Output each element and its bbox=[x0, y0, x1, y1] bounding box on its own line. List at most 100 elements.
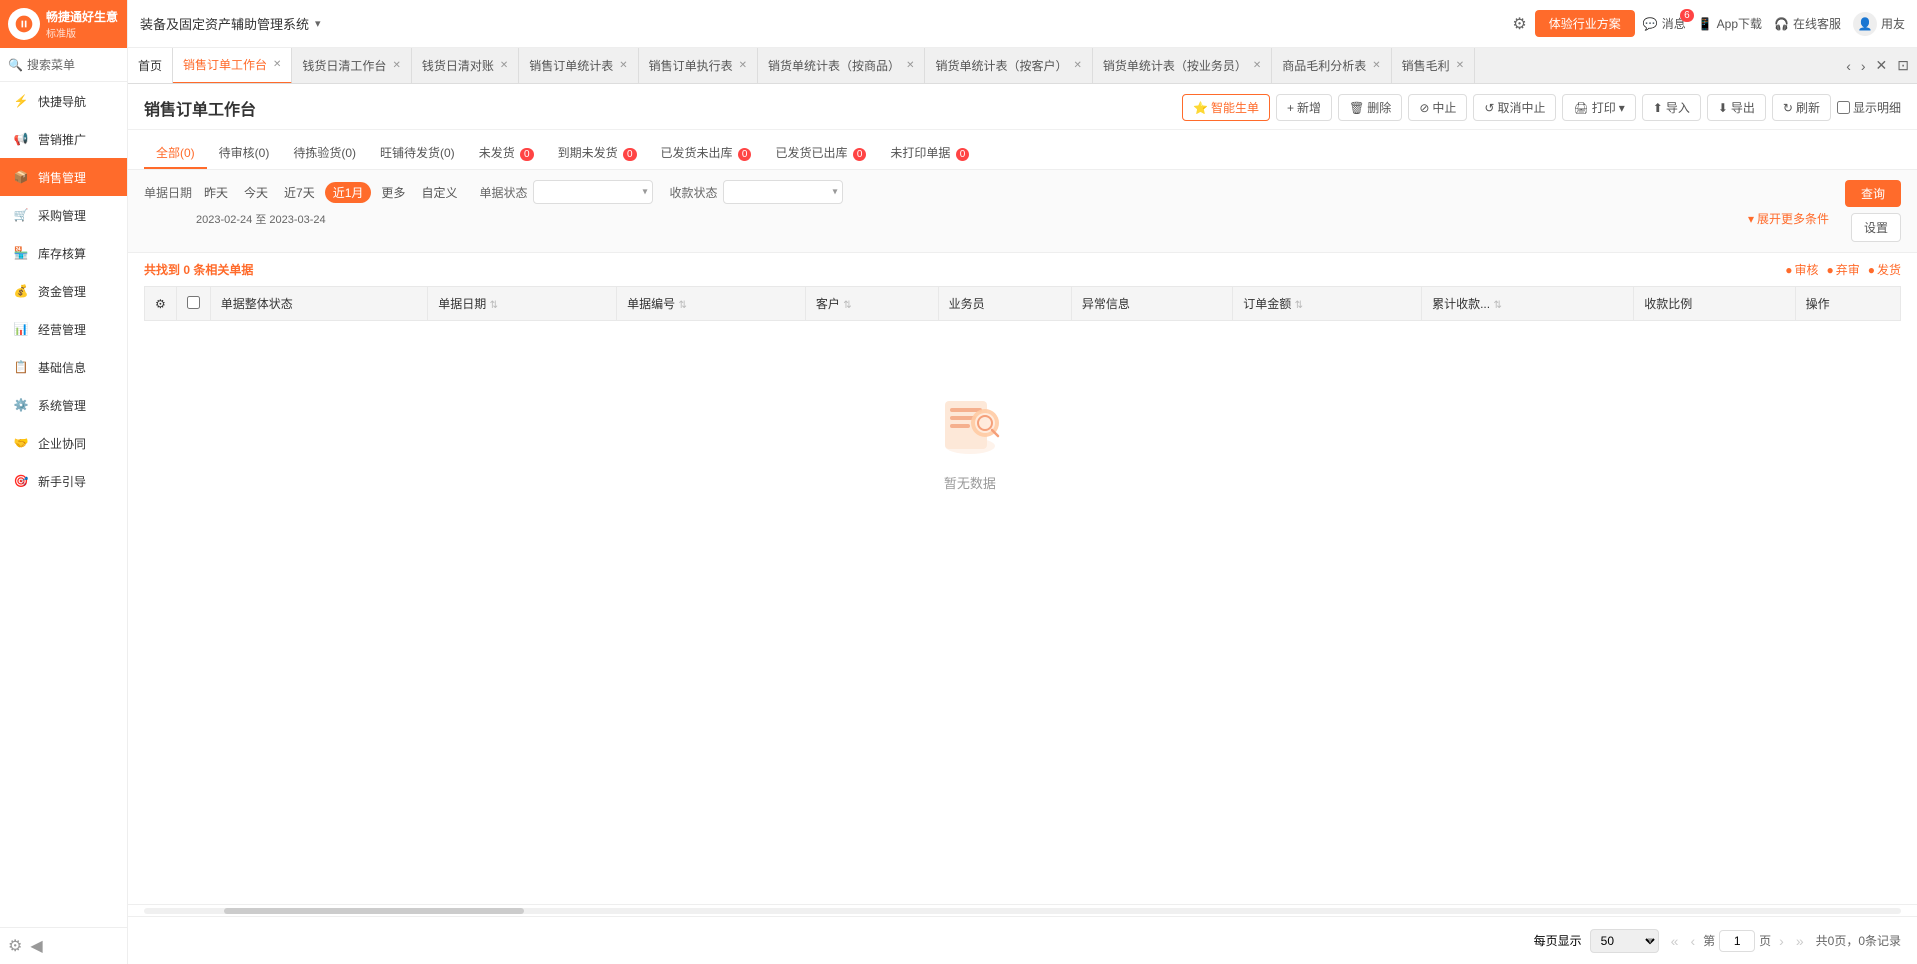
page-next-btn[interactable]: › bbox=[1775, 931, 1788, 951]
stop-btn[interactable]: ⊘ 中止 bbox=[1408, 94, 1467, 121]
smart-btn[interactable]: ⭐ 智能生单 bbox=[1182, 94, 1270, 121]
sort-amount-icon[interactable]: ⇅ bbox=[1295, 300, 1303, 311]
page-last-btn[interactable]: » bbox=[1792, 931, 1808, 951]
select-all-checkbox[interactable] bbox=[187, 296, 200, 309]
expand-more-btn[interactable]: ▾ 展开更多条件 bbox=[1748, 210, 1829, 227]
page-prev-btn[interactable]: ‹ bbox=[1686, 931, 1699, 951]
sidebar-item-finance[interactable]: 💰 资金管理 bbox=[0, 272, 127, 310]
tab-label: 钱货日清对账 bbox=[422, 57, 494, 74]
new-btn[interactable]: + 新增 bbox=[1276, 94, 1332, 121]
print-btn[interactable]: 🖨 打印 ▾ bbox=[1562, 94, 1635, 121]
show-detail-label[interactable]: 显示明细 bbox=[1837, 99, 1901, 116]
tab-sales-stats[interactable]: 销售订单统计表 ✕ bbox=[519, 48, 638, 84]
date-btn-yesterday[interactable]: 昨天 bbox=[198, 182, 234, 203]
th-checkbox[interactable] bbox=[176, 287, 210, 321]
sub-tab-all[interactable]: 全部(0) bbox=[144, 138, 207, 169]
tab-close-icon[interactable]: ✕ bbox=[1456, 60, 1464, 71]
tab-close-icon[interactable]: ✕ bbox=[1073, 60, 1081, 71]
sort-received-icon[interactable]: ⇅ bbox=[1493, 300, 1501, 311]
sidebar-item-operations[interactable]: 📊 经营管理 bbox=[0, 310, 127, 348]
tab-prev-btn[interactable]: ‹ bbox=[1842, 56, 1855, 76]
collapse-icon[interactable]: ◀ bbox=[30, 936, 42, 956]
date-btn-7days[interactable]: 近7天 bbox=[278, 182, 321, 203]
review-btn[interactable]: ● 审核 bbox=[1785, 261, 1818, 278]
tab-sales-profit[interactable]: 销售毛利 ✕ bbox=[1392, 48, 1475, 84]
tab-sales-exec[interactable]: 销售订单执行表 ✕ bbox=[639, 48, 758, 84]
tab-close-icon[interactable]: ✕ bbox=[273, 59, 281, 70]
page-size-select[interactable]: 50 100 200 bbox=[1590, 929, 1659, 953]
tab-maximize-btn[interactable]: ⊡ bbox=[1893, 55, 1913, 76]
sub-tab-wangpu-ship[interactable]: 旺铺待发货(0) bbox=[368, 138, 467, 169]
refresh-btn[interactable]: ↻ 刷新 bbox=[1772, 94, 1831, 121]
sidebar-item-inventory[interactable]: 🏪 库存核算 bbox=[0, 234, 127, 272]
sub-tab-not-shipped[interactable]: 未发货 0 bbox=[467, 138, 546, 169]
sidebar-item-purchase[interactable]: 🛒 采购管理 bbox=[0, 196, 127, 234]
ship-btn[interactable]: ● 发货 bbox=[1868, 261, 1901, 278]
th-settings[interactable]: ⚙ bbox=[145, 287, 177, 321]
sidebar-item-cooperation[interactable]: 🤝 企业协同 bbox=[0, 424, 127, 462]
tab-sales-product-stats[interactable]: 销货单统计表（按商品） ✕ bbox=[758, 48, 925, 84]
system-dropdown[interactable]: ▾ bbox=[315, 17, 321, 30]
tab-close-icon[interactable]: ✕ bbox=[500, 60, 508, 71]
tab-sales-workbench[interactable]: 销售订单工作台 ✕ bbox=[173, 48, 292, 84]
sort-customer-icon[interactable]: ⇅ bbox=[843, 300, 851, 311]
sidebar-item-guide[interactable]: 🎯 新手引导 bbox=[0, 462, 127, 500]
sidebar-item-system[interactable]: ⚙️ 系统管理 bbox=[0, 386, 127, 424]
tab-close-icon[interactable]: ✕ bbox=[1253, 60, 1261, 71]
tab-cash-reconcile[interactable]: 钱货日清对账 ✕ bbox=[412, 48, 519, 84]
sort-date-icon[interactable]: ⇅ bbox=[490, 300, 498, 311]
payment-select[interactable] bbox=[723, 180, 843, 204]
page-first-btn[interactable]: « bbox=[1667, 931, 1683, 951]
tab-gross-profit[interactable]: 商品毛利分析表 ✕ bbox=[1272, 48, 1391, 84]
tab-home[interactable]: 首页 bbox=[128, 48, 173, 84]
app-download-action[interactable]: 📱 App下载 bbox=[1698, 15, 1762, 32]
import-btn[interactable]: ⬆ 导入 bbox=[1642, 94, 1701, 121]
sub-tab-pending-review[interactable]: 待审核(0) bbox=[207, 138, 282, 169]
sub-tab-shipped-out[interactable]: 已发货已出库 0 bbox=[763, 138, 878, 169]
page-input[interactable] bbox=[1719, 930, 1755, 952]
settings-bottom-icon[interactable]: ⚙ bbox=[8, 936, 22, 956]
export-btn[interactable]: ⬇ 导出 bbox=[1707, 94, 1766, 121]
tab-close-all-btn[interactable]: ✕ bbox=[1872, 55, 1892, 76]
sub-tab-pending-inspect[interactable]: 待拣验货(0) bbox=[281, 138, 368, 169]
hscroll-thumb[interactable] bbox=[224, 908, 524, 914]
cancel-review-btn[interactable]: ● 弃审 bbox=[1826, 261, 1859, 278]
tab-close-icon[interactable]: ✕ bbox=[739, 60, 747, 71]
experience-btn[interactable]: 体验行业方案 bbox=[1535, 10, 1635, 37]
tab-sales-staff-stats[interactable]: 销货单统计表（按业务员） ✕ bbox=[1093, 48, 1272, 84]
tab-close-icon[interactable]: ✕ bbox=[1372, 60, 1380, 71]
query-btn[interactable]: 查询 bbox=[1845, 180, 1901, 207]
tab-sales-customer-stats[interactable]: 销货单统计表（按客户） ✕ bbox=[925, 48, 1092, 84]
date-btn-more[interactable]: 更多 bbox=[375, 182, 411, 203]
tab-next-btn[interactable]: › bbox=[1857, 56, 1870, 76]
show-detail-checkbox[interactable] bbox=[1837, 101, 1850, 114]
filter-settings-btn[interactable]: 设置 bbox=[1851, 213, 1901, 242]
tab-close-icon[interactable]: ✕ bbox=[906, 60, 914, 71]
date-btn-1month[interactable]: 近1月 bbox=[325, 182, 372, 203]
sidebar-search[interactable]: 🔍 搜索菜单 bbox=[0, 48, 127, 82]
date-btn-today[interactable]: 今天 bbox=[238, 182, 274, 203]
sidebar-item-quick-nav[interactable]: ⚡ 快捷导航 bbox=[0, 82, 127, 120]
tab-cash-daily[interactable]: 钱货日清工作台 ✕ bbox=[292, 48, 411, 84]
sort-number-icon[interactable]: ⇅ bbox=[678, 300, 686, 311]
status-select[interactable] bbox=[533, 180, 653, 204]
sub-tab-not-printed[interactable]: 未打印单据 0 bbox=[878, 138, 981, 169]
delete-btn[interactable]: 🗑 删除 bbox=[1338, 94, 1402, 121]
sidebar-item-marketing[interactable]: 📢 营销推广 bbox=[0, 120, 127, 158]
topbar-gear[interactable]: ⚙ bbox=[1512, 14, 1526, 34]
app-badge: 标准版 bbox=[46, 25, 118, 40]
tab-close-icon[interactable]: ✕ bbox=[619, 60, 627, 71]
cancel-stop-btn[interactable]: ↺ 取消中止 bbox=[1473, 94, 1556, 121]
filter-bar: 单据日期 昨天 今天 近7天 近1月 更多 自定义 单据状态 bbox=[128, 170, 1917, 253]
date-btn-custom[interactable]: 自定义 bbox=[415, 182, 463, 203]
hscroll[interactable] bbox=[128, 904, 1917, 916]
message-action[interactable]: 💬 消息 6 bbox=[1643, 15, 1686, 32]
sidebar-item-basic-info[interactable]: 📋 基础信息 bbox=[0, 348, 127, 386]
sub-tab-overdue-not-shipped[interactable]: 到期未发货 0 bbox=[546, 138, 649, 169]
sidebar-item-sales[interactable]: 📦 销售管理 bbox=[0, 158, 127, 196]
sub-tab-shipped-not-out[interactable]: 已发货未出库 0 bbox=[649, 138, 764, 169]
sidebar-label: 库存核算 bbox=[38, 245, 86, 262]
tab-close-icon[interactable]: ✕ bbox=[392, 60, 400, 71]
online-service-action[interactable]: 🎧 在线客服 bbox=[1774, 15, 1841, 32]
user-action[interactable]: 👤 用友 bbox=[1853, 12, 1905, 36]
